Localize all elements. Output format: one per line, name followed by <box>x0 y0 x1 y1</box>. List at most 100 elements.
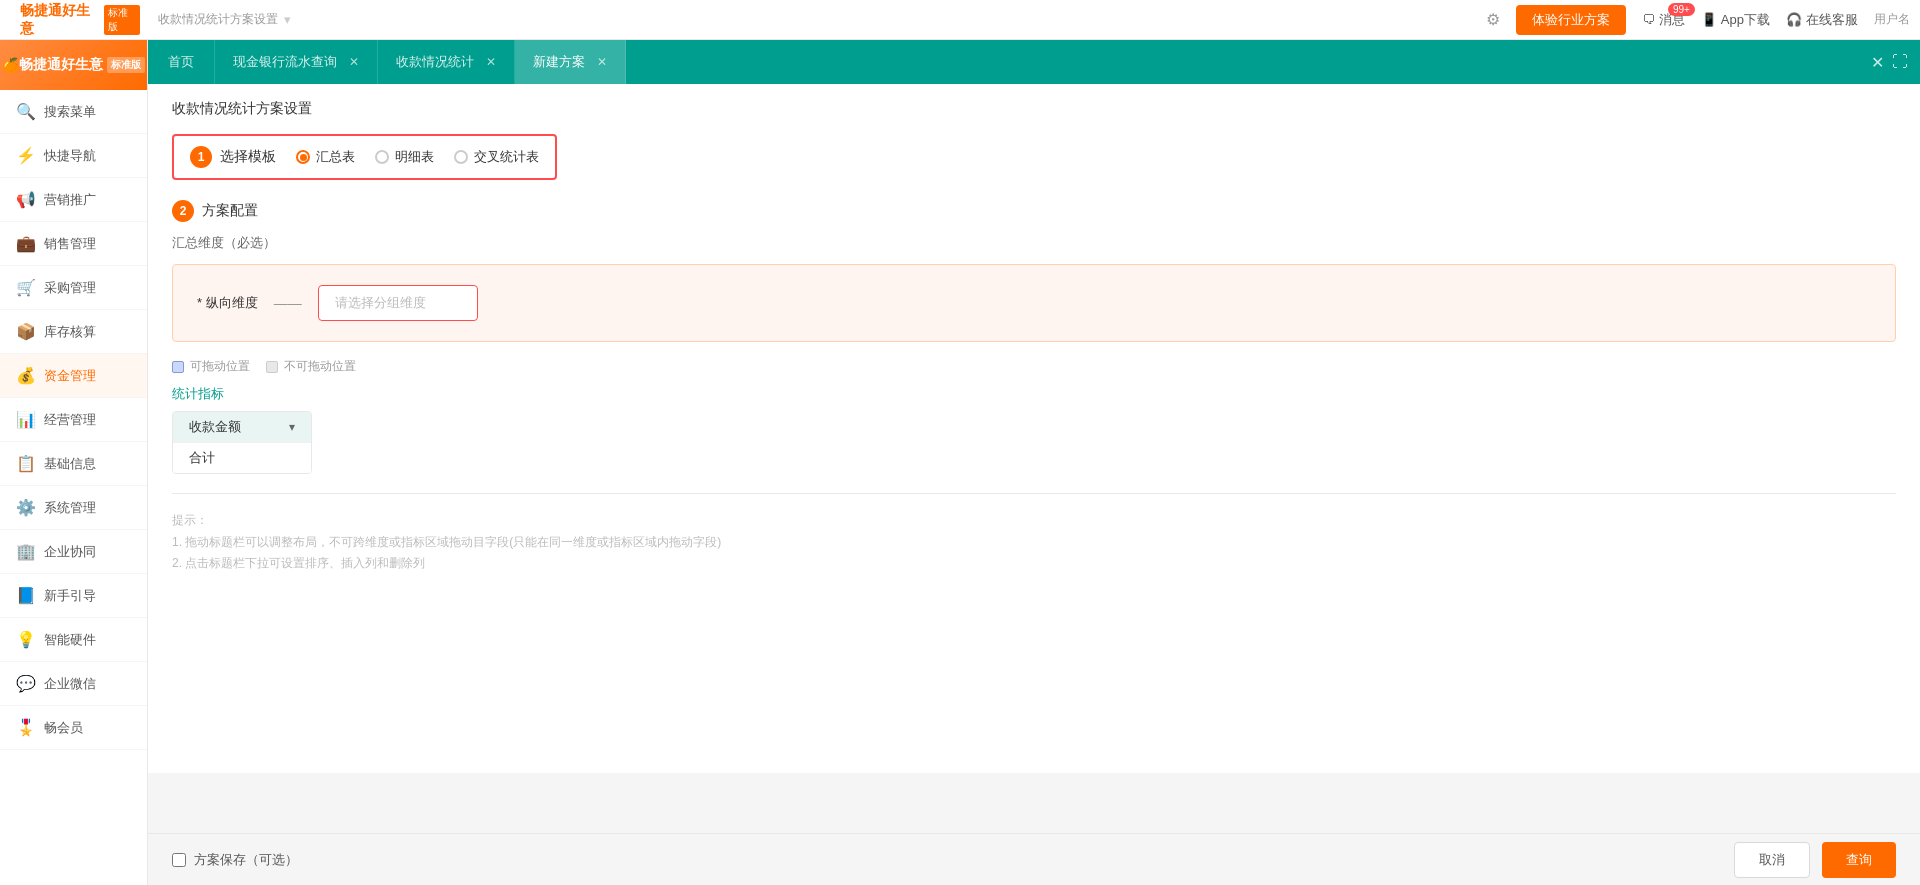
maximize-icon[interactable]: ⛶ <box>1892 53 1908 71</box>
dimension-area: * 纵向维度 —— 请选择分组维度 <box>172 264 1896 342</box>
dimension-placeholder: 请选择分组维度 <box>335 294 426 312</box>
tips-title: 提示： <box>172 513 208 527</box>
wechat-icon: 💬 <box>16 674 36 693</box>
tab-bar: 首页 现金银行流水查询 ✕ 收款情况统计 ✕ 新建方案 ✕ ✕ ⛶ <box>148 40 1920 84</box>
service-button[interactable]: 🎧 在线客服 <box>1786 11 1858 29</box>
sidebar-item-guide[interactable]: 📘 新手引导 <box>0 574 147 618</box>
brand-badge: 标准版 <box>107 57 145 73</box>
sidebar-brand: 🍊 畅捷通好生意 标准版 <box>0 40 147 90</box>
bottom-bar-left: 方案保存（可选） <box>172 851 298 869</box>
bottom-bar: 方案保存（可选） 取消 查询 <box>148 833 1920 885</box>
metrics-config: 可拖动位置 不可拖动位置 统计指标 收款金额 <box>172 358 1896 477</box>
tab-receipt-stats-label: 收款情况统计 <box>396 53 474 71</box>
sidebar-label-enterprise: 企业协同 <box>44 543 96 561</box>
page-inner: 收款情况统计方案设置 1 选择模板 汇总表 <box>148 84 1920 773</box>
bottom-bar-right: 取消 查询 <box>1734 842 1896 878</box>
dimension-row: * 纵向维度 —— 请选择分组维度 <box>197 285 1871 321</box>
metrics-dropdown-icon[interactable]: ▾ <box>289 420 295 434</box>
enterprise-icon: 🏢 <box>16 542 36 561</box>
radio-detail[interactable]: 明细表 <box>375 148 434 166</box>
sidebar-item-hardware[interactable]: 💡 智能硬件 <box>0 618 147 662</box>
radio-summary[interactable]: 汇总表 <box>296 148 355 166</box>
step2-number: 2 <box>172 200 194 222</box>
download-button[interactable]: 📱 App下载 <box>1701 11 1770 29</box>
movable-dot <box>172 361 184 373</box>
dimension-select[interactable]: 请选择分组维度 <box>318 285 478 321</box>
tab-cashflow[interactable]: 现金银行流水查询 ✕ <box>215 40 378 84</box>
sidebar-label-sales: 销售管理 <box>44 235 96 253</box>
user-info[interactable]: 用户名 <box>1874 11 1910 28</box>
legend-fixed: 不可拖动位置 <box>266 358 356 375</box>
sidebar-label-inventory: 库存核算 <box>44 323 96 341</box>
gear-icon[interactable]: ⚙ <box>1486 10 1500 29</box>
guide-icon: 📘 <box>16 586 36 605</box>
radio-cross[interactable]: 交叉统计表 <box>454 148 539 166</box>
finance-icon: 💰 <box>16 366 36 385</box>
tab-receipt-stats[interactable]: 收款情况统计 ✕ <box>378 40 515 84</box>
metrics-header-row[interactable]: 收款金额 ▾ <box>173 412 311 442</box>
top-actions: ⚙ 体验行业方案 🗨 消息 99+ 📱 App下载 🎧 在线客服 用户名 <box>1486 5 1910 35</box>
download-icon: 📱 <box>1701 12 1717 27</box>
dropdown-arrow-icon[interactable]: ▾ <box>284 12 291 27</box>
close-window-icon[interactable]: ✕ <box>1871 53 1884 72</box>
page-content: 收款情况统计方案设置 1 选择模板 汇总表 <box>148 84 1920 833</box>
sidebar-item-quicknav[interactable]: ⚡ 快捷导航 <box>0 134 147 178</box>
legend-fixed-label: 不可拖动位置 <box>284 358 356 375</box>
radio-summary-circle <box>296 150 310 164</box>
tab-home[interactable]: 首页 <box>148 40 215 84</box>
notice-badge: 99+ <box>1668 3 1695 16</box>
cancel-button[interactable]: 取消 <box>1734 842 1810 878</box>
tab-new-plan[interactable]: 新建方案 ✕ <box>515 40 626 84</box>
query-button[interactable]: 查询 <box>1822 842 1896 878</box>
sidebar-item-sales[interactable]: 💼 销售管理 <box>0 222 147 266</box>
sidebar-item-enterprise[interactable]: 🏢 企业协同 <box>0 530 147 574</box>
sidebar-item-purchase[interactable]: 🛒 采购管理 <box>0 266 147 310</box>
service-label: 在线客服 <box>1806 11 1858 29</box>
breadcrumb-text: 收款情况统计方案设置 <box>158 11 278 28</box>
top-bar: 畅捷通好生意 标准版 收款情况统计方案设置 ▾ ⚙ 体验行业方案 🗨 消息 99… <box>0 0 1920 40</box>
brand-icon: 🍊 <box>2 57 19 73</box>
step2-title: 方案配置 <box>202 202 258 220</box>
radio-detail-label: 明细表 <box>395 148 434 166</box>
tab-cashflow-close[interactable]: ✕ <box>349 55 359 69</box>
sidebar-label-purchase: 采购管理 <box>44 279 96 297</box>
radio-cross-label: 交叉统计表 <box>474 148 539 166</box>
template-box: 1 选择模板 汇总表 明细表 <box>172 134 557 180</box>
industry-button[interactable]: 体验行业方案 <box>1516 5 1626 35</box>
sidebar-item-management[interactable]: 📊 经营管理 <box>0 398 147 442</box>
notice-button[interactable]: 🗨 消息 99+ <box>1642 11 1685 29</box>
purchase-icon: 🛒 <box>16 278 36 297</box>
sidebar-item-wechat[interactable]: 💬 企业微信 <box>0 662 147 706</box>
tab-bar-right: ✕ ⛶ <box>1871 53 1920 72</box>
sidebar-label-member: 畅会员 <box>44 719 83 737</box>
radio-detail-circle <box>375 150 389 164</box>
dimension-arrow-icon: —— <box>274 295 302 311</box>
sidebar-item-basicinfo[interactable]: 📋 基础信息 <box>0 442 147 486</box>
divider <box>172 493 1896 494</box>
sidebar-item-member[interactable]: 🎖️ 畅会员 <box>0 706 147 750</box>
tab-receipt-stats-close[interactable]: ✕ <box>486 55 496 69</box>
sidebar: 🍊 畅捷通好生意 标准版 🔍 搜索菜单 ⚡ 快捷导航 📢 营销推广 💼 销售管理… <box>0 40 148 885</box>
sidebar-item-search[interactable]: 🔍 搜索菜单 <box>0 90 147 134</box>
hardware-icon: 💡 <box>16 630 36 649</box>
sidebar-item-marketing[interactable]: 📢 营销推广 <box>0 178 147 222</box>
sidebar-item-system[interactable]: ⚙️ 系统管理 <box>0 486 147 530</box>
radio-cross-circle <box>454 150 468 164</box>
tab-cashflow-label: 现金银行流水查询 <box>233 53 337 71</box>
step1-number: 1 <box>190 146 212 168</box>
sidebar-item-finance[interactable]: 💰 资金管理 <box>0 354 147 398</box>
sidebar-label-hardware: 智能硬件 <box>44 631 96 649</box>
metrics-title: 统计指标 <box>172 385 1896 403</box>
step2-section: 2 方案配置 汇总维度（必选） * 纵向维度 —— 请选择分组维度 <box>172 200 1896 575</box>
tip-item-1: 1. 拖动标题栏可以调整布局，不可跨维度或指标区域拖动目字段(只能在同一维度或指… <box>172 532 1896 554</box>
legend-movable: 可拖动位置 <box>172 358 250 375</box>
sidebar-label-wechat: 企业微信 <box>44 675 96 693</box>
tips-section: 提示： 1. 拖动标题栏可以调整布局，不可跨维度或指标区域拖动目字段(只能在同一… <box>172 510 1896 575</box>
service-icon: 🎧 <box>1786 12 1802 27</box>
sidebar-item-inventory[interactable]: 📦 库存核算 <box>0 310 147 354</box>
template-radio-group: 汇总表 明细表 交叉统计表 <box>296 148 539 166</box>
tab-new-plan-close[interactable]: ✕ <box>597 55 607 69</box>
save-checkbox[interactable] <box>172 853 186 867</box>
tab-new-plan-label: 新建方案 <box>533 53 585 71</box>
radio-summary-label: 汇总表 <box>316 148 355 166</box>
